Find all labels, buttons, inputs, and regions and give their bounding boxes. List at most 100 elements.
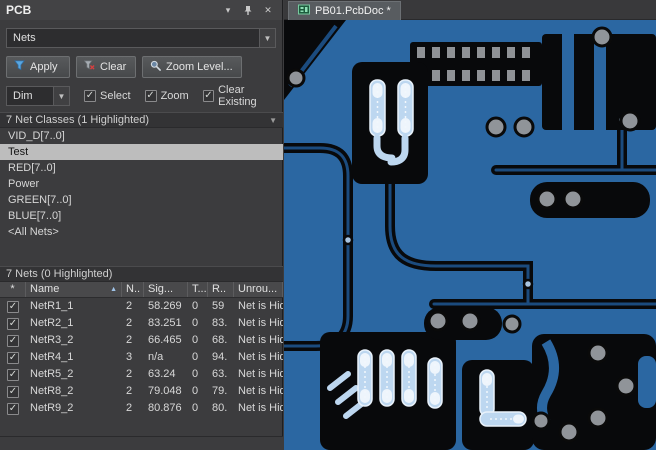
chevron-down-icon: ▼ — [259, 29, 275, 47]
net-signal: 80.876 — [148, 402, 182, 414]
net-row-checkbox[interactable]: ✓ — [7, 351, 19, 364]
net-routed: 80. — [212, 402, 228, 414]
nets-section-header[interactable]: 7 Nets (0 Highlighted) — [0, 266, 283, 282]
net-class-item[interactable]: <All Nets> — [0, 224, 283, 240]
net-row[interactable]: ✓ NetR4_1 3 n/a 0 94. Net is Hid — [0, 349, 283, 366]
net-unrouted: Net is Hid — [238, 385, 283, 397]
document-tab-bar: PB01.PcbDoc * — [284, 0, 656, 20]
net-class-item[interactable]: GREEN[7..0] — [0, 192, 283, 208]
net-name: NetR3_2 — [30, 334, 74, 346]
net-class-list: VID_D[7..0] Test RED[7..0] Power GREEN[7… — [0, 128, 283, 240]
net-class-label: Test — [8, 146, 29, 158]
clear-funnel-icon — [83, 60, 95, 74]
panel-mode-value: Nets — [13, 32, 36, 44]
net-routed: 79. — [212, 385, 228, 397]
net-row-checkbox[interactable]: ✓ — [7, 368, 19, 381]
net-row-checkbox[interactable]: ✓ — [7, 402, 19, 415]
tab-pcbdoc-label: PB01.PcbDoc * — [315, 5, 391, 17]
magnifier-icon — [150, 60, 161, 74]
net-t: 0 — [192, 334, 199, 346]
column-header-nodes[interactable]: N.. — [122, 282, 144, 297]
net-row-checkbox[interactable]: ✓ — [7, 334, 19, 347]
net-class-item[interactable]: BLUE[7..0] — [0, 208, 283, 224]
net-routed: 83. — [212, 317, 228, 329]
net-signal: n/a — [148, 351, 164, 363]
clear-button[interactable]: Clear — [76, 56, 136, 78]
net-nodes: 2 — [126, 385, 133, 397]
net-nodes: 2 — [126, 402, 133, 414]
zoom-checkbox[interactable]: ✓ Zoom — [144, 90, 189, 102]
net-routed: 94. — [212, 351, 228, 363]
net-class-item[interactable]: VID_D[7..0] — [0, 128, 283, 144]
net-nodes: 2 — [126, 300, 133, 312]
zoom-level-button[interactable]: Zoom Level... — [142, 56, 242, 78]
net-name: NetR4_1 — [30, 351, 74, 363]
net-class-item[interactable]: RED[7..0] — [0, 160, 283, 176]
net-routed: 59 — [212, 300, 225, 312]
net-row[interactable]: ✓ NetR5_2 2 63.24 0 63. Net is Hid — [0, 366, 283, 383]
nets-header-label: 7 Nets (0 Highlighted) — [6, 268, 113, 280]
column-header-unrouted[interactable]: Unrou... — [234, 282, 283, 297]
net-grid-header: * Name ▲ N.. Sig... T... R.. Unrou... — [0, 282, 283, 298]
net-unrouted: Net is Hid — [238, 334, 283, 346]
close-icon[interactable]: ✕ — [260, 2, 276, 18]
net-classes-header-label: 7 Net Classes (1 Highlighted) — [6, 114, 150, 126]
net-row[interactable]: ✓ NetR9_2 2 80.876 0 80. Net is Hid — [0, 400, 283, 417]
net-signal: 58.269 — [148, 300, 182, 312]
net-unrouted: Net is Hid — [238, 402, 283, 414]
net-row-checkbox[interactable]: ✓ — [7, 317, 19, 330]
net-class-item[interactable]: Power — [0, 176, 283, 192]
net-t: 0 — [192, 402, 199, 414]
dim-select-value: Dim — [13, 90, 33, 102]
apply-funnel-icon — [14, 60, 25, 74]
net-row[interactable]: ✓ NetR8_2 2 79.048 0 79. Net is Hid — [0, 383, 283, 400]
net-row-checkbox[interactable]: ✓ — [7, 300, 19, 313]
checkbox-check-icon: ✓ — [84, 90, 96, 102]
net-routed: 63. — [212, 368, 228, 380]
panel-header: PCB ▾ ✕ — [0, 0, 282, 20]
net-signal: 83.251 — [148, 317, 182, 329]
net-class-label: VID_D[7..0] — [8, 130, 65, 142]
net-row[interactable]: ✓ NetR3_2 2 66.465 0 68. Net is Hid — [0, 332, 283, 349]
column-header-check[interactable]: * — [0, 282, 26, 297]
net-class-item[interactable]: Test — [0, 144, 283, 160]
net-routed: 68. — [212, 334, 228, 346]
net-signal: 66.465 — [148, 334, 182, 346]
dim-select[interactable]: Dim ▼ — [6, 86, 70, 106]
net-name: NetR9_2 — [30, 402, 74, 414]
net-name: NetR5_2 — [30, 368, 74, 380]
column-header-name[interactable]: Name ▲ — [26, 282, 122, 297]
apply-button-label: Apply — [30, 61, 58, 73]
panel-mode-select[interactable]: Nets ▼ — [6, 28, 276, 48]
column-header-t[interactable]: T... — [188, 282, 208, 297]
apply-button[interactable]: Apply — [6, 56, 70, 78]
net-class-label: GREEN[7..0] — [8, 194, 72, 206]
pcb-panel: PCB ▾ ✕ Nets ▼ Apply Clear Zoom Level...… — [0, 0, 283, 450]
net-name: NetR2_1 — [30, 317, 74, 329]
net-unrouted: Net is Hid — [238, 368, 283, 380]
net-grid-body: ✓ NetR1_1 2 58.269 0 59 Net is Hid ✓ Net… — [0, 298, 283, 417]
select-checkbox-label: Select — [100, 90, 131, 102]
net-nodes: 2 — [126, 368, 133, 380]
panel-menu-chevron-icon[interactable]: ▾ — [220, 2, 236, 18]
net-class-label: BLUE[7..0] — [8, 210, 62, 222]
select-checkbox[interactable]: ✓ Select — [84, 90, 131, 102]
pin-icon[interactable] — [240, 2, 256, 18]
net-t: 0 — [192, 385, 199, 397]
net-row-checkbox[interactable]: ✓ — [7, 385, 19, 398]
net-row[interactable]: ✓ NetR2_1 2 83.251 0 83. Net is Hid — [0, 315, 283, 332]
column-header-routed[interactable]: R.. — [208, 282, 234, 297]
highlight-options: ✓ Select ✓ Zoom ✓ Clear Existing — [84, 84, 282, 108]
chevron-down-icon: ▼ — [53, 87, 69, 105]
pcb-editor-canvas[interactable] — [284, 20, 656, 450]
net-name: NetR1_1 — [30, 300, 74, 312]
column-header-signal[interactable]: Sig... — [144, 282, 188, 297]
net-class-label: RED[7..0] — [8, 162, 56, 174]
checkbox-check-icon: ✓ — [202, 90, 215, 102]
net-unrouted: Net is Hid — [238, 351, 283, 363]
net-classes-section-header[interactable]: 7 Net Classes (1 Highlighted) ▼ — [0, 112, 283, 128]
clear-existing-checkbox[interactable]: ✓ Clear Existing — [202, 84, 282, 108]
zoom-checkbox-label: Zoom — [160, 90, 189, 102]
net-row[interactable]: ✓ NetR1_1 2 58.269 0 59 Net is Hid — [0, 298, 283, 315]
tab-pcbdoc[interactable]: PB01.PcbDoc * — [288, 1, 401, 20]
